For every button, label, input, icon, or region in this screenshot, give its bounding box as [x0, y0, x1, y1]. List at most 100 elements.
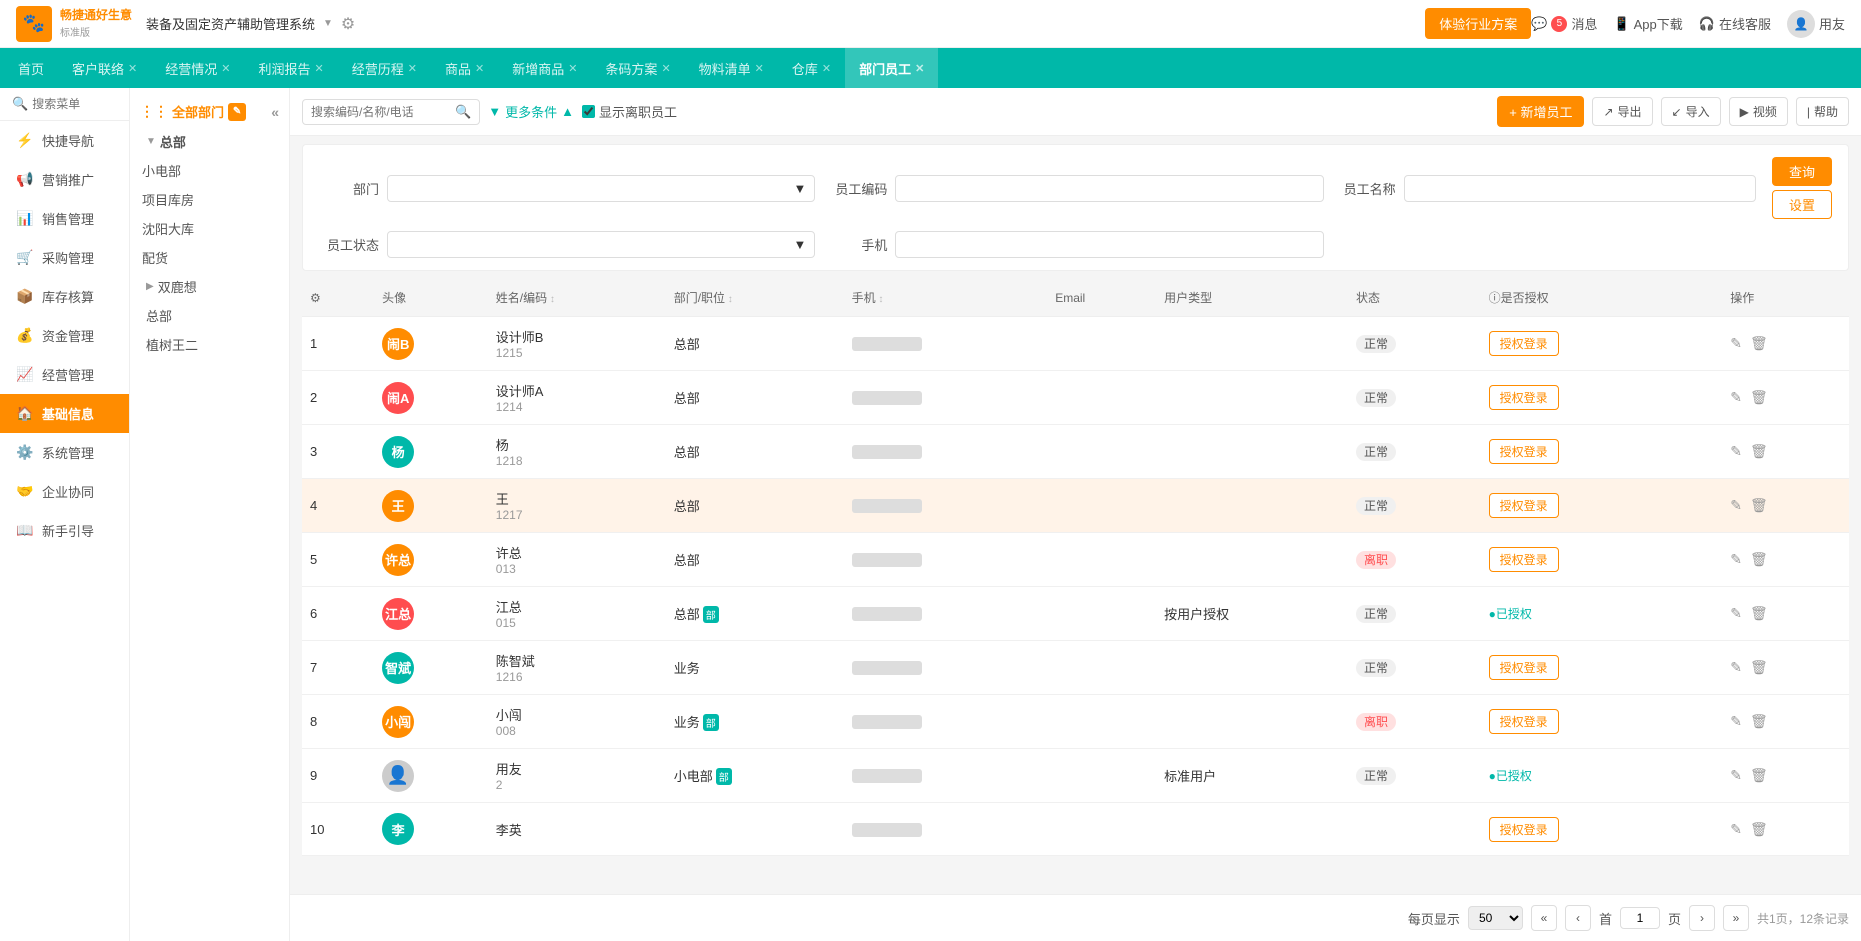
edit-icon[interactable]: ✎ — [1730, 713, 1742, 730]
tab-close-bom[interactable]: ✕ — [755, 62, 764, 75]
tab-close-profit[interactable]: ✕ — [315, 62, 324, 75]
auth-btn[interactable]: 授权登录 — [1489, 655, 1559, 680]
delete-icon[interactable]: 🗑 — [1750, 335, 1768, 352]
tab-goods[interactable]: 商品 ✕ — [431, 48, 498, 88]
search-submit-icon[interactable]: 🔍 — [455, 104, 471, 120]
tab-warehouse[interactable]: 仓库 ✕ — [778, 48, 845, 88]
delete-icon[interactable]: 🗑 — [1750, 659, 1768, 676]
sidebar-item-shortcut[interactable]: ⚡ 快捷导航 — [0, 121, 129, 160]
tab-bom[interactable]: 物料清单 ✕ — [685, 48, 778, 88]
delete-icon[interactable]: 🗑 — [1750, 551, 1768, 568]
tab-close-department[interactable]: ✕ — [915, 62, 924, 75]
tab-close-barcode[interactable]: ✕ — [661, 62, 670, 75]
col-settings[interactable]: ⚙ — [302, 279, 374, 317]
tab-new-goods[interactable]: 新增商品 ✕ — [498, 48, 591, 88]
dept-node-general[interactable]: ▼ 总部 — [130, 127, 289, 156]
tab-close-customer[interactable]: ✕ — [128, 62, 137, 75]
sidebar-item-sales[interactable]: 📊 销售管理 — [0, 199, 129, 238]
edit-icon[interactable]: ✎ — [1730, 335, 1742, 352]
dept-collapse-icon[interactable]: « — [271, 104, 279, 120]
user-action[interactable]: 👤 用友 — [1787, 10, 1845, 38]
dept-edit-icon[interactable]: ✎ — [228, 103, 246, 121]
help-btn[interactable]: | 帮助 — [1796, 97, 1849, 126]
tab-close-operation[interactable]: ✕ — [221, 62, 230, 75]
more-filters-btn[interactable]: ▼ 更多条件 ▲ — [488, 102, 574, 121]
show-resigned-checkbox[interactable] — [582, 105, 595, 118]
next-page-btn[interactable]: › — [1689, 905, 1715, 931]
query-btn[interactable]: 查询 — [1772, 157, 1832, 186]
emp-name-input[interactable] — [1404, 175, 1756, 202]
edit-icon[interactable]: ✎ — [1730, 497, 1742, 514]
tab-home[interactable]: 首页 — [4, 48, 58, 88]
tab-close-new-goods[interactable]: ✕ — [568, 62, 577, 75]
auth-btn[interactable]: 授权登录 — [1489, 385, 1559, 410]
sidebar-item-operation[interactable]: 📈 经营管理 — [0, 355, 129, 394]
add-employee-btn[interactable]: + 新增员工 — [1497, 96, 1584, 127]
dept-node-delivery[interactable]: 配货 — [130, 243, 289, 272]
auth-btn[interactable]: 授权登录 — [1489, 439, 1559, 464]
auth-btn[interactable]: 授权登录 — [1489, 493, 1559, 518]
settings-icon[interactable]: ⚙ — [341, 14, 355, 34]
edit-icon[interactable]: ✎ — [1730, 767, 1742, 784]
show-resigned-label[interactable]: 显示离职员工 — [582, 102, 677, 121]
prev-page-btn[interactable]: ‹ — [1565, 905, 1591, 931]
set-btn[interactable]: 设置 — [1772, 190, 1832, 219]
trial-btn[interactable]: 体验行业方案 — [1425, 8, 1531, 39]
first-page-btn[interactable]: « — [1531, 905, 1557, 931]
tab-close-history[interactable]: ✕ — [408, 62, 417, 75]
sidebar-item-basic[interactable]: 🏠 基础信息 — [0, 394, 129, 433]
tab-history[interactable]: 经营历程 ✕ — [338, 48, 431, 88]
dept-node-planting[interactable]: 植树王二 — [130, 330, 289, 359]
auth-btn[interactable]: 授权登录 — [1489, 331, 1559, 356]
dept-node-twins[interactable]: ▶ 双鹿想 — [130, 272, 289, 301]
delete-icon[interactable]: 🗑 — [1750, 605, 1768, 622]
dept-filter-select[interactable]: ▼ — [387, 175, 815, 202]
online-service-action[interactable]: 🎧 在线客服 — [1699, 14, 1771, 33]
delete-icon[interactable]: 🗑 — [1750, 713, 1768, 730]
last-page-btn[interactable]: » — [1723, 905, 1749, 931]
edit-icon[interactable]: ✎ — [1730, 389, 1742, 406]
import-btn[interactable]: ↙ 导入 — [1661, 97, 1721, 126]
status-select[interactable]: ▼ — [387, 231, 815, 258]
col-name[interactable]: 姓名/编码 — [488, 279, 666, 317]
sidebar-item-marketing[interactable]: 📢 营销推广 — [0, 160, 129, 199]
edit-icon[interactable]: ✎ — [1730, 659, 1742, 676]
edit-icon[interactable]: ✎ — [1730, 551, 1742, 568]
tab-close-warehouse[interactable]: ✕ — [822, 62, 831, 75]
sidebar-item-system[interactable]: ⚙️ 系统管理 — [0, 433, 129, 472]
tab-customer[interactable]: 客户联络 ✕ — [58, 48, 151, 88]
sidebar-item-inventory[interactable]: 📦 库存核算 — [0, 277, 129, 316]
delete-icon[interactable]: 🗑 — [1750, 443, 1768, 460]
view-btn[interactable]: ▶ 视频 — [1729, 97, 1788, 126]
search-input-employee[interactable] — [311, 105, 451, 119]
auth-btn[interactable]: 授权登录 — [1489, 817, 1559, 842]
dept-node-shenyang[interactable]: 沈阳大库 — [130, 214, 289, 243]
col-phone[interactable]: 手机 — [844, 279, 1048, 317]
app-download-action[interactable]: 📱 App下载 — [1613, 14, 1682, 33]
edit-icon[interactable]: ✎ — [1730, 443, 1742, 460]
search-input[interactable] — [32, 97, 112, 111]
page-input[interactable] — [1620, 907, 1660, 929]
tab-barcode[interactable]: 条码方案 ✕ — [591, 48, 684, 88]
tab-profit[interactable]: 利润报告 ✕ — [244, 48, 337, 88]
sidebar-search-box[interactable]: 🔍 — [0, 88, 129, 121]
title-dropdown-icon[interactable]: ▼ — [323, 18, 333, 29]
col-dept[interactable]: 部门/职位 — [666, 279, 844, 317]
dept-node-small-elec[interactable]: 小电部 — [130, 156, 289, 185]
delete-icon[interactable]: 🗑 — [1750, 497, 1768, 514]
delete-icon[interactable]: 🗑 — [1750, 389, 1768, 406]
tab-operation[interactable]: 经营情况 ✕ — [151, 48, 244, 88]
auth-btn[interactable]: 授权登录 — [1489, 547, 1559, 572]
sidebar-item-enterprise[interactable]: 🤝 企业协同 — [0, 472, 129, 511]
dept-node-hq[interactable]: 总部 — [130, 301, 289, 330]
sidebar-item-finance[interactable]: 💰 资金管理 — [0, 316, 129, 355]
tab-close-goods[interactable]: ✕ — [475, 62, 484, 75]
emp-code-input[interactable] — [895, 175, 1323, 202]
sidebar-item-purchase[interactable]: 🛒 采购管理 — [0, 238, 129, 277]
tab-department[interactable]: 部门员工 ✕ — [845, 48, 938, 88]
export-btn[interactable]: ↗ 导出 — [1592, 97, 1652, 126]
message-action[interactable]: 💬 5 消息 — [1531, 14, 1597, 33]
delete-icon[interactable]: 🗑 — [1750, 821, 1768, 838]
edit-icon[interactable]: ✎ — [1730, 821, 1742, 838]
delete-icon[interactable]: 🗑 — [1750, 767, 1768, 784]
